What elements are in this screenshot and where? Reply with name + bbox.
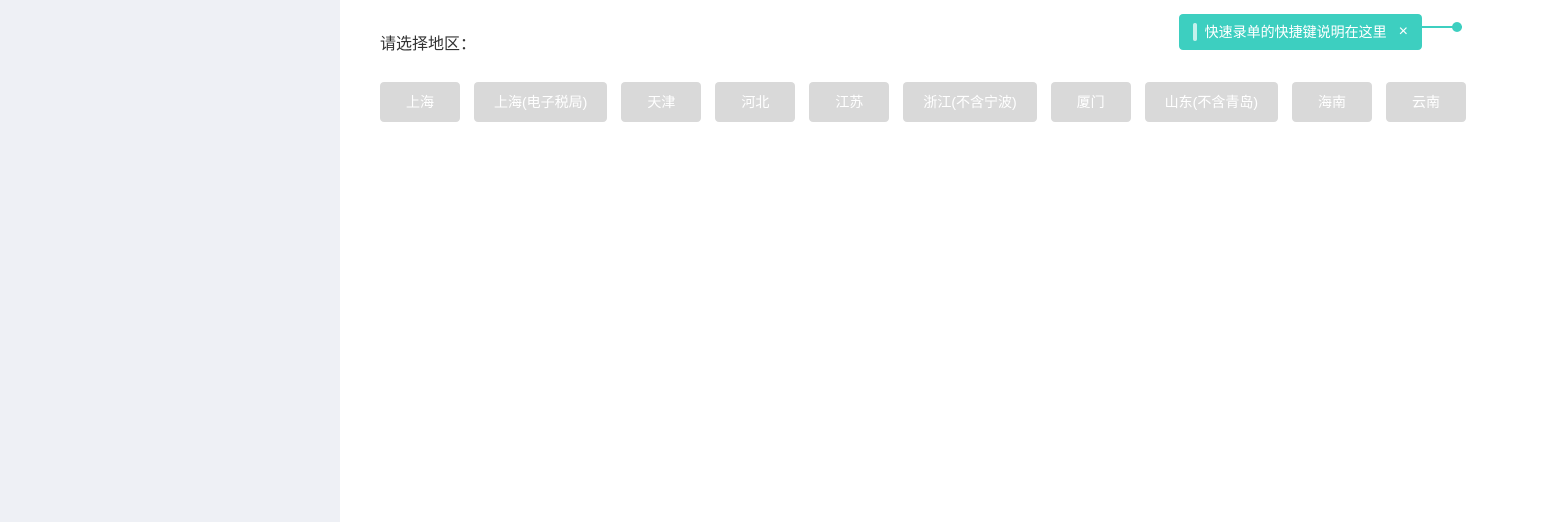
region-button-zhejiang[interactable]: 浙江(不含宁波) (903, 82, 1036, 122)
region-button-jiangsu[interactable]: 江苏 (809, 82, 889, 122)
region-button-hebei[interactable]: 河北 (715, 82, 795, 122)
tooltip-left-bar (1193, 23, 1197, 41)
tooltip-connector-dot (1452, 22, 1462, 32)
region-button-yunnan[interactable]: 云南 (1386, 82, 1466, 122)
region-button-shanghai[interactable]: 上海 (380, 82, 460, 122)
tooltip-banner: 快速录单的快捷键说明在这里 × (1179, 14, 1422, 50)
main-content: 请选择地区： 上海上海(电子税局)天津河北江苏浙江(不含宁波)厦门山东(不含青岛… (340, 0, 1562, 522)
tooltip-close-button[interactable]: × (1399, 23, 1408, 41)
region-button-xiamen[interactable]: 厦门 (1051, 82, 1131, 122)
left-sidebar (0, 0, 340, 522)
region-button-tianjin[interactable]: 天津 (621, 82, 701, 122)
region-buttons-container: 上海上海(电子税局) 天津河北江苏浙江(不含宁波) 厦门山东(不含青岛) 海南云南 (380, 82, 1522, 122)
region-button-shanghai-etax[interactable]: 上海(电子税局) (474, 82, 607, 122)
tooltip-text: 快速录单的快捷键说明在这里 (1205, 22, 1387, 42)
region-button-shandong[interactable]: 山东(不含青岛) (1145, 82, 1278, 122)
region-button-hainan[interactable]: 海南 (1292, 82, 1372, 122)
